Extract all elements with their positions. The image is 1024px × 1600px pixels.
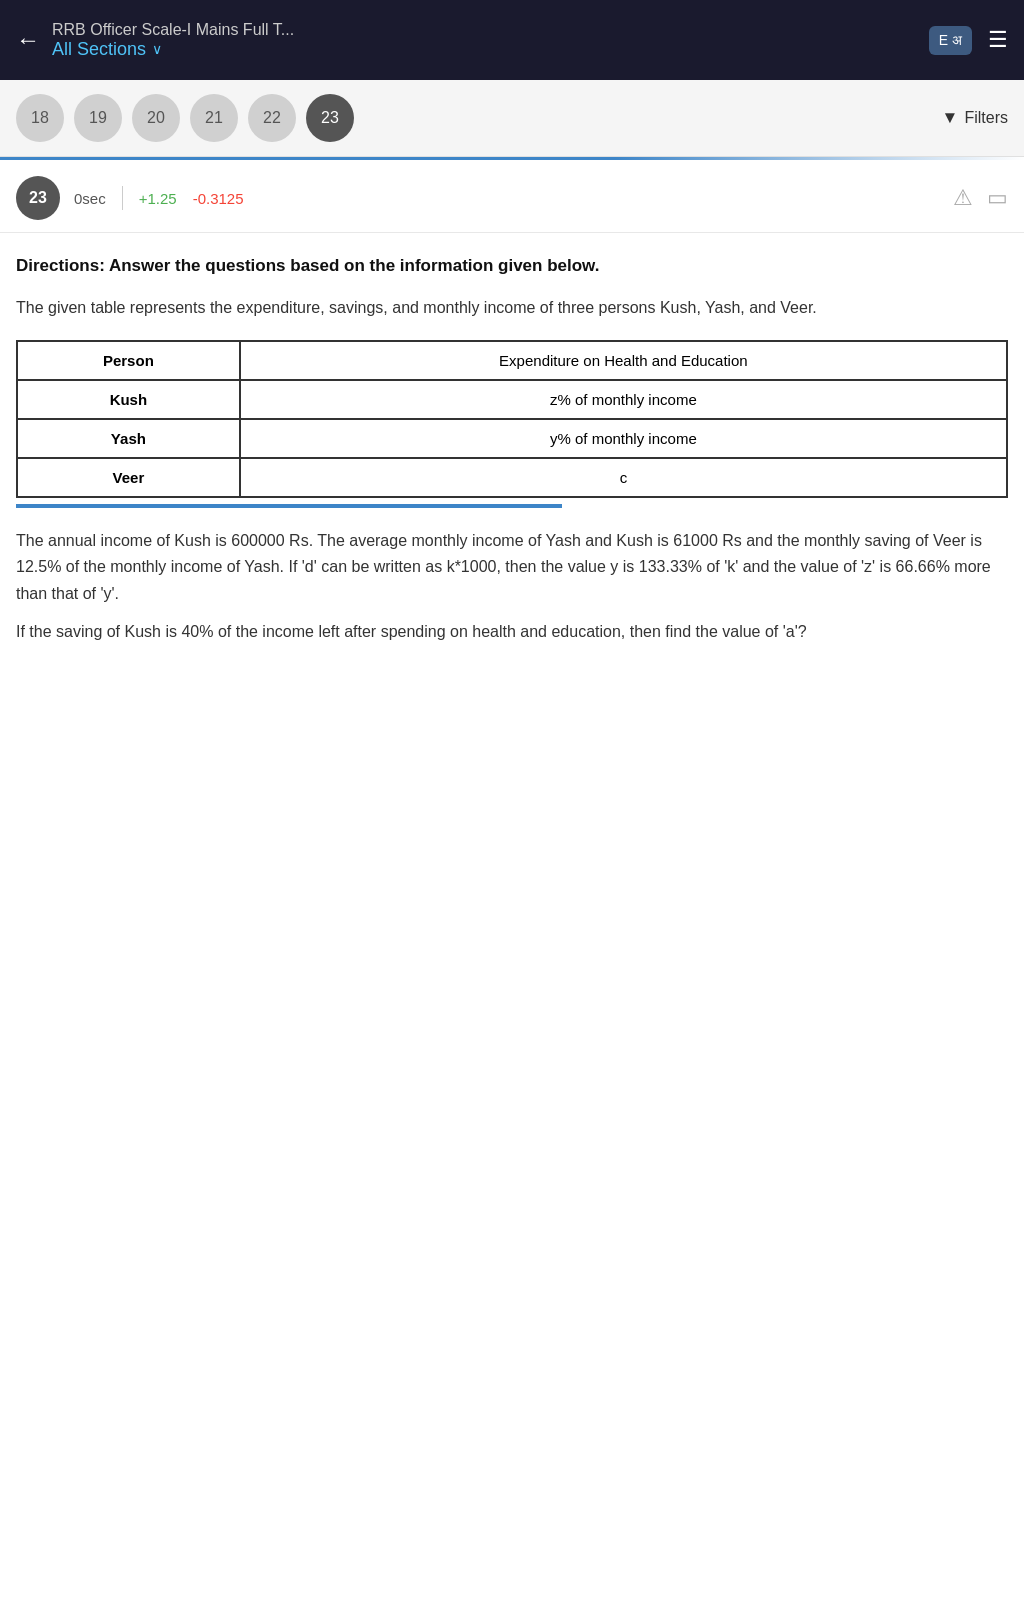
question-bubble-20[interactable]: 20 (132, 94, 180, 142)
question-bubble-22[interactable]: 22 (248, 94, 296, 142)
header-right: E अ ☰ (929, 26, 1008, 55)
table-row: Yash y% of monthly income (17, 419, 1007, 458)
language-toggle-button[interactable]: E अ (929, 26, 972, 55)
table-row: Kush z% of monthly income (17, 380, 1007, 419)
time-display: 0sec (74, 190, 106, 207)
vertical-divider (122, 186, 123, 210)
table-row: Veer c (17, 458, 1007, 497)
question-meta: 0sec +1.25 -0.3125 (74, 186, 939, 210)
sections-label: All Sections (52, 39, 146, 60)
bookmark-icon[interactable]: ▭ (987, 185, 1008, 211)
table-cell-expenditure-kush: z% of monthly income (240, 380, 1007, 419)
filters-label: Filters (964, 109, 1008, 127)
page-title: RRB Officer Scale-I Mains Full T... (52, 21, 294, 39)
question-number-badge: 23 (16, 176, 60, 220)
question-content: Directions: Answer the questions based o… (0, 233, 1024, 666)
directions-text: Directions: Answer the questions based o… (16, 253, 1008, 279)
chevron-down-icon: ∨ (152, 41, 162, 57)
question-bubble-23[interactable]: 23 (306, 94, 354, 142)
marks-negative: -0.3125 (193, 190, 244, 207)
app-header: ← RRB Officer Scale-I Mains Full T... Al… (0, 0, 1024, 80)
sections-dropdown[interactable]: All Sections ∨ (52, 39, 294, 60)
data-table: Person Expenditure on Health and Educati… (16, 340, 1008, 498)
question-ask-text: If the saving of Kush is 40% of the inco… (16, 619, 1008, 645)
intro-text: The given table represents the expenditu… (16, 295, 1008, 321)
table-header-person: Person (17, 341, 240, 380)
question-header: 23 0sec +1.25 -0.3125 ⚠ ▭ (0, 160, 1024, 233)
filter-icon: ▼ (942, 108, 959, 128)
header-title-section: RRB Officer Scale-I Mains Full T... All … (52, 21, 294, 60)
marks-positive: +1.25 (139, 190, 177, 207)
question-nav-bar: 18 19 20 21 22 23 ▼ Filters (0, 80, 1024, 157)
question-actions: ⚠ ▭ (953, 185, 1008, 211)
table-cell-person-veer: Veer (17, 458, 240, 497)
question-bubble-19[interactable]: 19 (74, 94, 122, 142)
table-cell-person-kush: Kush (17, 380, 240, 419)
header-left: ← RRB Officer Scale-I Mains Full T... Al… (16, 21, 294, 60)
back-button[interactable]: ← (16, 26, 40, 54)
hamburger-menu-icon[interactable]: ☰ (988, 27, 1008, 53)
question-bubble-21[interactable]: 21 (190, 94, 238, 142)
table-header-expenditure: Expenditure on Health and Education (240, 341, 1007, 380)
table-cell-expenditure-yash: y% of monthly income (240, 419, 1007, 458)
question-bubble-18[interactable]: 18 (16, 94, 64, 142)
table-scroll-indicator (16, 504, 562, 508)
table-cell-expenditure-veer: c (240, 458, 1007, 497)
filters-button[interactable]: ▼ Filters (942, 108, 1008, 128)
warning-icon[interactable]: ⚠ (953, 185, 973, 211)
table-cell-person-yash: Yash (17, 419, 240, 458)
additional-text: The annual income of Kush is 600000 Rs. … (16, 528, 1008, 607)
language-label: E अ (939, 32, 962, 49)
